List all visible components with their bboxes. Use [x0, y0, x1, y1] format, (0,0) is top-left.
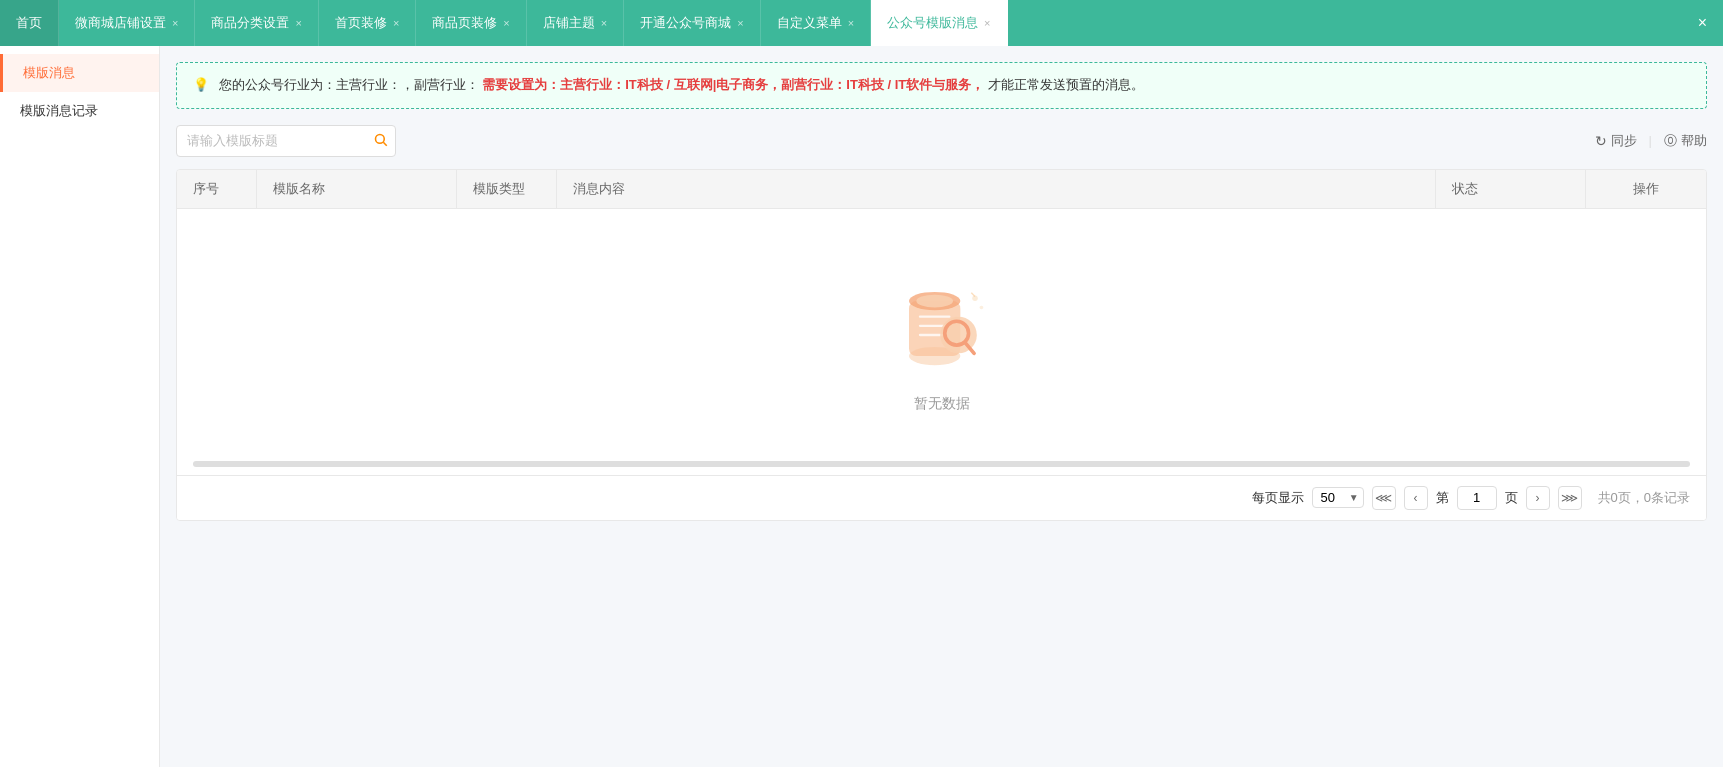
tab-template-msg-label: 公众号模版消息	[887, 14, 978, 32]
th-content: 消息内容	[557, 170, 1436, 208]
tab-open-mall-label: 开通公众号商城	[640, 14, 731, 32]
tab-product-decor-label: 商品页装修	[432, 14, 497, 32]
empty-text: 暂无数据	[914, 395, 970, 413]
sidebar-item-template-msg[interactable]: 模版消息	[0, 54, 159, 92]
sidebar: 模版消息 模版消息记录	[0, 46, 160, 767]
svg-point-13	[979, 305, 983, 309]
last-page-button[interactable]: ⋙	[1558, 486, 1582, 510]
help-icon: ⓪	[1664, 132, 1677, 150]
th-seq: 序号	[177, 170, 257, 208]
sidebar-item-template-msg-log[interactable]: 模版消息记录	[0, 92, 159, 130]
close-open-mall[interactable]: ×	[737, 17, 743, 29]
svg-point-0	[376, 134, 385, 143]
help-button[interactable]: ⓪ 帮助	[1664, 132, 1707, 150]
th-name: 模版名称	[257, 170, 457, 208]
sync-label: 同步	[1611, 132, 1637, 150]
notice-prefix: 您的公众号行业为：主营行业：，副营行业：	[219, 77, 479, 92]
th-status: 状态	[1436, 170, 1586, 208]
help-label: 帮助	[1681, 132, 1707, 150]
page-size-select[interactable]: 50 20 100	[1312, 487, 1364, 508]
tab-store-theme[interactable]: 店铺主题 ×	[527, 0, 624, 46]
empty-illustration	[887, 269, 997, 379]
tab-category-settings[interactable]: 商品分类设置 ×	[195, 0, 318, 46]
svg-line-14	[971, 293, 975, 297]
empty-state: 暂无数据	[177, 209, 1706, 453]
top-navigation: 首页 微商城店铺设置 × 商品分类设置 × 首页装修 × 商品页装修 × 店铺主…	[0, 0, 1723, 46]
sidebar-item-template-msg-log-label: 模版消息记录	[20, 103, 98, 118]
tab-home-decor-label: 首页装修	[335, 14, 387, 32]
search-row: ↻ 同步 | ⓪ 帮助	[176, 125, 1707, 157]
pagination-row: 每页显示 50 20 100 ▼ ⋘ ‹ 第 页	[177, 475, 1706, 520]
prev-page-icon: ‹	[1414, 491, 1418, 505]
close-home-decor[interactable]: ×	[393, 17, 399, 29]
tab-store-theme-label: 店铺主题	[543, 14, 595, 32]
page-size-wrap: 50 20 100 ▼	[1312, 487, 1364, 508]
notice-highlight: 需要设置为：主营行业：IT科技 / 互联网|电子商务，副营行业：IT科技 / I…	[482, 77, 984, 92]
close-template-msg[interactable]: ×	[984, 17, 990, 29]
last-page-icon: ⋙	[1561, 491, 1578, 505]
tab-custom-menu[interactable]: 自定义菜单 ×	[761, 0, 871, 46]
prev-page-button[interactable]: ‹	[1404, 486, 1428, 510]
first-page-button[interactable]: ⋘	[1372, 486, 1396, 510]
horizontal-scrollbar[interactable]	[193, 461, 1690, 467]
toolbar-right: ↻ 同步 | ⓪ 帮助	[1595, 132, 1707, 150]
page-label-suffix: 页	[1505, 489, 1518, 507]
content-area: 💡 您的公众号行业为：主营行业：，副营行业： 需要设置为：主营行业：IT科技 /…	[160, 46, 1723, 767]
tab-template-msg[interactable]: 公众号模版消息 ×	[871, 0, 1007, 46]
svg-line-1	[383, 142, 386, 145]
th-type: 模版类型	[457, 170, 557, 208]
notice-suffix: 才能正常发送预置的消息。	[988, 77, 1144, 92]
scrollbar-row	[177, 453, 1706, 475]
tab-category-settings-label: 商品分类设置	[211, 14, 289, 32]
page-label-prefix: 第	[1436, 489, 1449, 507]
per-page-label: 每页显示	[1252, 489, 1304, 507]
tab-home[interactable]: 首页	[0, 0, 59, 46]
close-all-tabs-button[interactable]: ×	[1682, 0, 1723, 46]
tab-home-decor[interactable]: 首页装修 ×	[319, 0, 416, 46]
next-page-icon: ›	[1536, 491, 1540, 505]
notice-banner: 💡 您的公众号行业为：主营行业：，副营行业： 需要设置为：主营行业：IT科技 /…	[176, 62, 1707, 109]
total-info: 共0页，0条记录	[1598, 489, 1690, 507]
close-store-settings[interactable]: ×	[172, 17, 178, 29]
close-product-decor[interactable]: ×	[503, 17, 509, 29]
toolbar-divider: |	[1649, 133, 1652, 148]
sync-button[interactable]: ↻ 同步	[1595, 132, 1637, 150]
next-page-button[interactable]: ›	[1526, 486, 1550, 510]
sidebar-item-template-msg-label: 模版消息	[23, 65, 75, 80]
search-input[interactable]	[176, 125, 396, 157]
tab-product-decor[interactable]: 商品页装修 ×	[416, 0, 526, 46]
close-category-settings[interactable]: ×	[295, 17, 301, 29]
svg-point-5	[916, 294, 953, 307]
first-page-icon: ⋘	[1375, 491, 1392, 505]
sync-icon: ↻	[1595, 133, 1607, 149]
notice-icon: 💡	[193, 77, 209, 92]
tab-open-mall[interactable]: 开通公众号商城 ×	[624, 0, 760, 46]
tab-custom-menu-label: 自定义菜单	[777, 14, 842, 32]
search-button[interactable]	[373, 132, 388, 150]
th-action: 操作	[1586, 170, 1706, 208]
tab-store-settings-label: 微商城店铺设置	[75, 14, 166, 32]
close-store-theme[interactable]: ×	[601, 17, 607, 29]
main-layout: 模版消息 模版消息记录 💡 您的公众号行业为：主营行业：，副营行业： 需要设置为…	[0, 46, 1723, 767]
tab-store-settings[interactable]: 微商城店铺设置 ×	[59, 0, 195, 46]
close-custom-menu[interactable]: ×	[848, 17, 854, 29]
tab-home-label: 首页	[16, 14, 42, 32]
data-table: 序号 模版名称 模版类型 消息内容 状态 操作	[176, 169, 1707, 521]
table-header: 序号 模版名称 模版类型 消息内容 状态 操作	[177, 170, 1706, 209]
page-number-input[interactable]	[1457, 486, 1497, 510]
search-input-wrap	[176, 125, 396, 157]
